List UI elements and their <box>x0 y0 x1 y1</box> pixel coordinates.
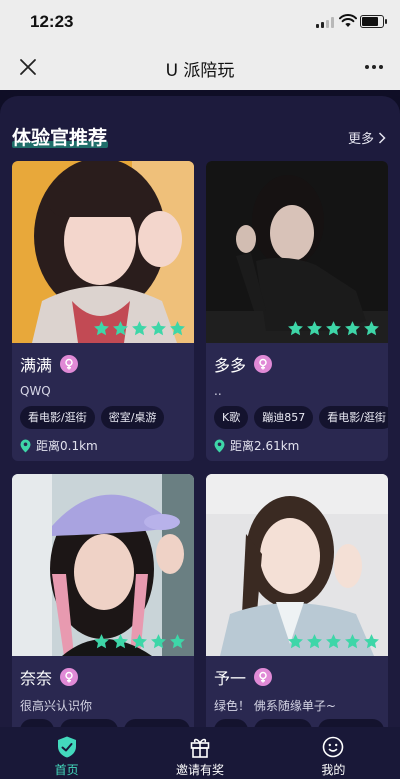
chevron-right-icon <box>378 131 386 144</box>
star-icon <box>131 633 148 650</box>
status-time: 12:23 <box>30 12 74 31</box>
wifi-icon <box>339 14 357 27</box>
rating-stars <box>93 320 186 337</box>
companion-card[interactable]: 奈奈 很高兴认识你 <box>12 474 194 727</box>
female-icon <box>254 668 273 686</box>
profile-photo <box>206 161 388 343</box>
female-icon <box>60 355 79 373</box>
star-icon <box>325 633 342 650</box>
interest-tags: 看电影/逛街 密室/桌游 <box>20 406 165 429</box>
location-pin-icon <box>214 439 225 452</box>
status-bar: 12:23 <box>0 0 400 44</box>
interest-tag: 看电影/逛街 <box>20 406 95 429</box>
interest-tags: K歌 蹦迪857 看电影/逛街 <box>214 406 388 429</box>
star-icon <box>169 633 186 650</box>
profile-photo <box>12 161 194 343</box>
star-icon <box>150 320 167 337</box>
star-icon <box>344 633 361 650</box>
female-icon <box>60 668 79 686</box>
tab-label: 首页 <box>54 763 79 777</box>
companion-name: 奈奈 <box>20 669 53 688</box>
interest-tags <box>214 719 384 727</box>
shield-icon <box>57 736 76 758</box>
interest-tag <box>124 719 190 727</box>
name-row: 予一 <box>214 665 273 689</box>
distance-label: 距离0.1km <box>36 439 98 453</box>
interest-tag <box>214 719 248 727</box>
star-icon <box>344 320 361 337</box>
interest-tags <box>20 719 190 727</box>
star-icon <box>325 320 342 337</box>
star-icon <box>131 320 148 337</box>
name-row: 奈奈 <box>20 665 79 689</box>
interest-tag: 密室/桌游 <box>100 406 165 429</box>
page-title: U 派陪玩 <box>165 61 235 81</box>
companion-bio: 很高兴认识你 <box>20 699 93 713</box>
star-icon <box>287 633 304 650</box>
tab-home[interactable]: 首页 <box>0 727 133 779</box>
star-icon <box>363 633 380 650</box>
star-icon <box>112 320 129 337</box>
companion-name: 多多 <box>214 356 247 375</box>
interest-tag <box>20 719 54 727</box>
distance-row: 距离0.1km <box>20 437 98 454</box>
interest-tag <box>60 719 118 727</box>
nav-bar: U 派陪玩 <box>0 44 400 90</box>
recommendation-panel: 体验官推荐 更多 满满 QWQ 看电影/逛街 密室/桌游 距离0.1km 多多 … <box>0 96 400 727</box>
cellular-signal-icon <box>316 17 334 28</box>
star-icon <box>306 633 323 650</box>
companion-name: 满满 <box>20 356 53 375</box>
more-link-label: 更多 <box>347 132 374 147</box>
tab-invite-rewards[interactable]: 邀请有奖 <box>133 727 266 779</box>
smiley-face-icon <box>323 736 344 758</box>
gift-icon <box>190 738 210 758</box>
star-icon <box>150 633 167 650</box>
star-icon <box>112 633 129 650</box>
companion-bio: 绿色！ 佛系随缘单子~ <box>214 699 336 713</box>
distance-label: 距离2.61km <box>230 439 300 453</box>
section-title: 体验官推荐 <box>12 127 108 149</box>
interest-tag <box>318 719 384 727</box>
more-link[interactable]: 更多 <box>348 128 386 147</box>
tab-label: 邀请有奖 <box>175 763 224 777</box>
rating-stars <box>287 633 380 650</box>
distance-row: 距离2.61km <box>214 437 299 454</box>
name-row: 多多 <box>214 352 273 376</box>
tab-profile[interactable]: 我的 <box>267 727 400 779</box>
companion-name: 予一 <box>214 669 247 688</box>
rating-stars <box>93 633 186 650</box>
interest-tag <box>254 719 312 727</box>
female-icon <box>254 355 273 373</box>
star-icon <box>363 320 380 337</box>
star-icon <box>306 320 323 337</box>
location-pin-icon <box>20 439 31 452</box>
profile-photo <box>12 474 194 656</box>
companion-card[interactable]: 满满 QWQ 看电影/逛街 密室/桌游 距离0.1km <box>12 161 194 461</box>
interest-tag: 蹦迪857 <box>254 406 314 429</box>
star-icon <box>93 633 110 650</box>
star-icon <box>93 320 110 337</box>
companion-bio: QWQ <box>20 384 51 398</box>
rating-stars <box>287 320 380 337</box>
interest-tag: K歌 <box>214 406 249 429</box>
companion-card[interactable]: 多多 .. K歌 蹦迪857 看电影/逛街 距离2.61km <box>206 161 388 461</box>
profile-photo <box>206 474 388 656</box>
star-icon <box>169 320 186 337</box>
main-content[interactable]: 体验官推荐 更多 满满 QWQ 看电影/逛街 密室/桌游 距离0.1km 多多 … <box>0 90 400 727</box>
tab-label: 我的 <box>321 763 346 777</box>
more-options-button[interactable] <box>362 55 386 79</box>
companion-bio: .. <box>214 384 222 398</box>
companion-card[interactable]: 予一 绿色！ 佛系随缘单子~ <box>206 474 388 727</box>
battery-icon <box>360 15 387 28</box>
star-icon <box>287 320 304 337</box>
interest-tag: 看电影/逛街 <box>319 406 388 429</box>
bottom-tab-bar: 首页 邀请有奖 我的 <box>0 727 400 779</box>
name-row: 满满 <box>20 352 79 376</box>
more-dots-icon <box>365 65 369 69</box>
